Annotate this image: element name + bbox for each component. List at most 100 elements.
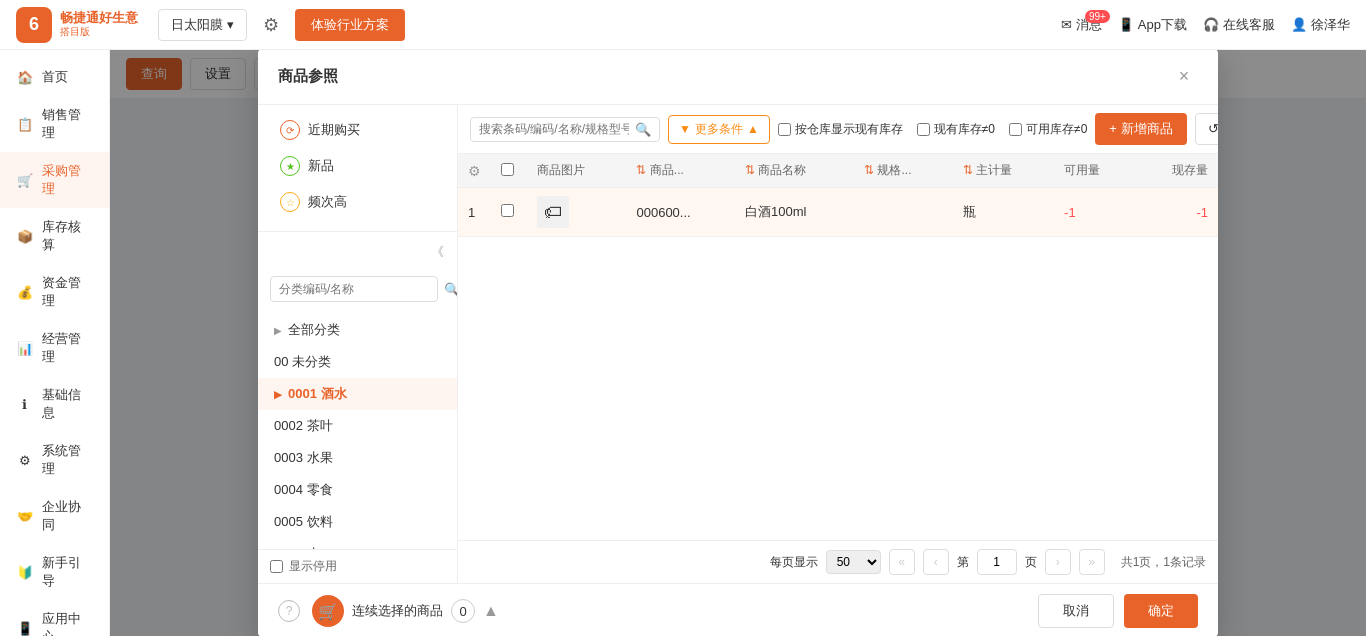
sidebar-item-sales[interactable]: 📋 销售管理 — [0, 96, 109, 152]
product-search-input[interactable] — [479, 122, 629, 136]
category-search-box: 🔍 — [258, 268, 457, 310]
collapse-cart-icon[interactable]: ▲ — [483, 602, 499, 620]
first-page-button[interactable]: « — [889, 549, 915, 575]
col-header-code: ⇅ 商品... — [626, 154, 735, 188]
sort-icon[interactable]: ⇅ — [636, 163, 646, 177]
collapse-left-panel-button[interactable]: 《 — [425, 240, 449, 264]
sidebar-item-guide[interactable]: 🔰 新手引导 — [0, 544, 109, 600]
table-header-row: ⚙ 商品图片 — [458, 154, 1218, 188]
finance-icon: 💰 — [16, 283, 34, 301]
sidebar-item-finance[interactable]: 💰 资金管理 — [0, 264, 109, 320]
tab-recent-purchase[interactable]: ⟳ 近期购买 — [270, 113, 445, 147]
available-ne0-checkbox[interactable] — [1009, 123, 1022, 136]
next-page-button[interactable]: › — [1045, 549, 1071, 575]
warehouse-stock-checkbox[interactable] — [778, 123, 791, 136]
cat-item-tea[interactable]: 0002 茶叶 — [258, 410, 457, 442]
nav-store-dropdown[interactable]: 日太阳膜 ▾ — [158, 9, 247, 41]
sidebar-item-collab[interactable]: 🤝 企业协同 — [0, 488, 109, 544]
inventory-icon: 📦 — [16, 227, 34, 245]
sidebar-item-inventory[interactable]: 📦 库存核算 — [0, 208, 109, 264]
confirm-button[interactable]: 确定 — [1124, 594, 1198, 628]
checkbox-stock-ne0[interactable]: 现有库存≠0 — [917, 121, 995, 138]
cat-item-uncategorized[interactable]: 00 未分类 — [258, 346, 457, 378]
refresh-button[interactable]: ↺ 刷新 — [1195, 113, 1218, 145]
cancel-button[interactable]: 取消 — [1038, 594, 1114, 628]
left-panel-tabs: ⟳ 近期购买 ★ 新品 ☆ 频次高 — [258, 105, 457, 227]
filter-arrow-icon: ▲ — [747, 122, 759, 136]
sidebar-item-home[interactable]: 🏠 首页 — [0, 58, 109, 96]
filter-icon: ▼ — [679, 122, 691, 136]
category-search-icon[interactable]: 🔍 — [444, 282, 458, 297]
apps-icon: 📱 — [16, 619, 34, 636]
settings-icon[interactable]: ⚙ — [255, 9, 287, 41]
tab-frequent[interactable]: ☆ 频次高 — [270, 185, 445, 219]
product-thumbnail: 🏷 — [537, 196, 569, 228]
nav-app-download[interactable]: 📱 App下载 — [1118, 16, 1187, 34]
page-size-select[interactable]: 50 10 20 100 — [826, 550, 881, 574]
filter-checkboxes: 按仓库显示现有库存 现有库存≠0 可用库存≠0 — [778, 121, 1088, 138]
sidebar-item-system[interactable]: ⚙ 系统管理 — [0, 432, 109, 488]
main-area: 查询 设置 刷新 商品参照 × ⟳ — [110, 50, 1366, 636]
nav-message[interactable]: ✉ 消息 99+ — [1061, 16, 1102, 34]
logo-icon: 6 — [16, 7, 52, 43]
modal-close-button[interactable]: × — [1170, 62, 1198, 90]
col-header-available: 可用量 — [1054, 154, 1136, 188]
logo-area: 6 畅捷通好生意 搭目版 — [16, 7, 138, 43]
cat-item-water[interactable]: 0008 水 — [258, 538, 457, 549]
sidebar-item-apps[interactable]: 📱 应用中心 — [0, 600, 109, 636]
cat-item-drinks[interactable]: 0005 饮料 — [258, 506, 457, 538]
row-image-cell: 🏷 — [527, 188, 626, 237]
sidebar-item-business[interactable]: 📊 经营管理 — [0, 320, 109, 376]
col-header-name: ⇅ 商品名称 — [735, 154, 854, 188]
row-select-checkbox[interactable] — [501, 204, 514, 217]
collab-icon: 🤝 — [16, 507, 34, 525]
sidebar-item-purchase[interactable]: 🛒 采购管理 — [0, 152, 109, 208]
col-header-stock: 现存量 — [1136, 154, 1218, 188]
mobile-icon: 📱 — [1118, 17, 1134, 32]
select-all-checkbox[interactable] — [501, 163, 514, 176]
sort-spec-icon[interactable]: ⇅ — [864, 163, 874, 177]
checkbox-available-ne0[interactable]: 可用库存≠0 — [1009, 121, 1087, 138]
prev-page-button[interactable]: ‹ — [923, 549, 949, 575]
row-code-cell: 000600... — [626, 188, 735, 237]
product-search-icon[interactable]: 🔍 — [635, 122, 651, 137]
new-product-button[interactable]: + 新增商品 — [1095, 113, 1186, 145]
cat-item-fruit[interactable]: 0003 水果 — [258, 442, 457, 474]
tab-new-product[interactable]: ★ 新品 — [270, 149, 445, 183]
sort-unit-icon[interactable]: ⇅ — [963, 163, 973, 177]
nav-online-service[interactable]: 🎧 在线客服 — [1203, 16, 1275, 34]
sort-name-icon[interactable]: ⇅ — [745, 163, 755, 177]
new-icon: ★ — [280, 156, 300, 176]
col-header-unit: ⇅ 主计量 — [953, 154, 1054, 188]
row-spec-cell — [854, 188, 953, 237]
page-number-input[interactable] — [977, 549, 1017, 575]
modal-body: ⟳ 近期购买 ★ 新品 ☆ 频次高 — [258, 105, 1218, 583]
table-row[interactable]: 1 🏷 000600... 白酒100ml — [458, 188, 1218, 237]
column-settings-icon[interactable]: ⚙ — [468, 163, 481, 179]
cat-item-all[interactable]: ▶ 全部分类 — [258, 314, 457, 346]
col-header-spec: ⇅ 规格... — [854, 154, 953, 188]
checkbox-warehouse-stock[interactable]: 按仓库显示现有库存 — [778, 121, 903, 138]
cat-active-arrow: ▶ — [274, 389, 282, 400]
user-icon: 👤 — [1291, 17, 1307, 32]
help-icon[interactable]: ? — [278, 600, 300, 622]
trial-button[interactable]: 体验行业方案 — [295, 9, 405, 41]
filter-more-button[interactable]: ▼ 更多条件 ▲ — [668, 115, 770, 144]
message-icon: ✉ — [1061, 17, 1072, 32]
stock-ne0-checkbox[interactable] — [917, 123, 930, 136]
show-disabled-checkbox[interactable] — [270, 560, 283, 573]
sidebar-item-info[interactable]: ℹ 基础信息 — [0, 376, 109, 432]
product-table-wrapper: ⚙ 商品图片 — [458, 154, 1218, 540]
cat-item-liquor[interactable]: ▶ 0001 酒水 — [258, 378, 457, 410]
sidebar: 🏠 首页 📋 销售管理 🛒 采购管理 📦 库存核算 💰 资金管理 📊 经营管理 … — [0, 50, 110, 636]
cat-item-snack[interactable]: 0004 零食 — [258, 474, 457, 506]
history-icon: ⟳ — [280, 120, 300, 140]
top-nav: 6 畅捷通好生意 搭目版 日太阳膜 ▾ ⚙ 体验行业方案 ✉ 消息 99+ 📱 … — [0, 0, 1366, 50]
nav-user[interactable]: 👤 徐泽华 — [1291, 16, 1350, 34]
cart-icon[interactable]: 🛒 — [312, 595, 344, 627]
cart-count: 0 — [451, 599, 475, 623]
category-search-input[interactable] — [270, 276, 438, 302]
last-page-button[interactable]: » — [1079, 549, 1105, 575]
product-table: ⚙ 商品图片 — [458, 154, 1218, 237]
row-checkbox-cell — [491, 188, 527, 237]
